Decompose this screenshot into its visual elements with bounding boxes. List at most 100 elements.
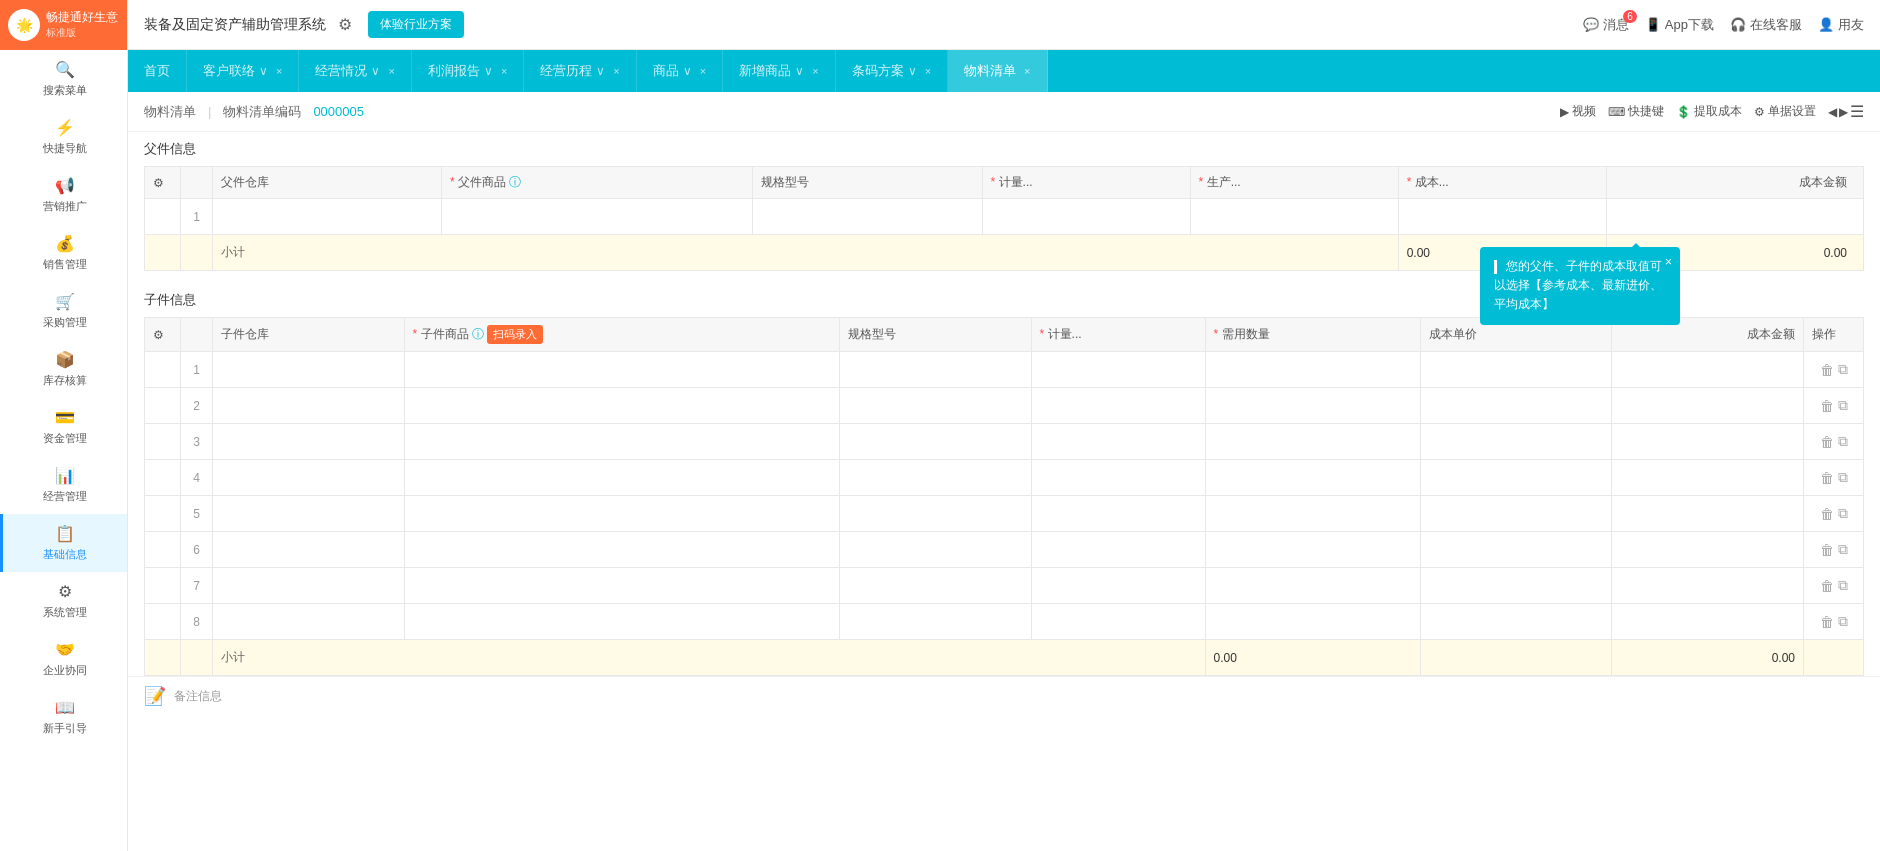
tab-close-icon[interactable]: × (812, 65, 818, 77)
child-qty-cell[interactable] (1031, 424, 1205, 460)
tooltip-close-icon[interactable]: × (1665, 253, 1672, 272)
tab-close-icon[interactable]: × (925, 65, 931, 77)
child-goods-cell[interactable] (404, 388, 839, 424)
child-goods-cell[interactable] (404, 352, 839, 388)
parent-warehouse-cell[interactable] (213, 199, 442, 235)
child-warehouse-cell[interactable] (213, 568, 405, 604)
sidebar-item-enterprise[interactable]: 🤝 企业协同 (0, 630, 127, 688)
child-needed-cell[interactable] (1205, 496, 1420, 532)
sidebar-item-basic-info[interactable]: 📋 基础信息 (0, 514, 127, 572)
settings-action[interactable]: ⚙ 单据设置 (1754, 103, 1816, 120)
scan-button[interactable]: 扫码录入 (487, 325, 543, 344)
child-unit-cost-cell[interactable] (1420, 496, 1612, 532)
child-warehouse-cell[interactable] (213, 496, 405, 532)
child-spec-cell[interactable] (839, 604, 1031, 640)
child-unit-cost-cell[interactable] (1420, 532, 1612, 568)
tab-close-icon[interactable]: × (501, 65, 507, 77)
child-spec-cell[interactable] (839, 424, 1031, 460)
child-spec-cell[interactable] (839, 532, 1031, 568)
sidebar-item-finance[interactable]: 💳 资金管理 (0, 398, 127, 456)
tab-operations[interactable]: 经营情况 ∨ × (299, 50, 411, 92)
sidebar-item-sales[interactable]: 💰 销售管理 (0, 224, 127, 282)
sidebar-item-operations[interactable]: 📊 经营管理 (0, 456, 127, 514)
tab-goods[interactable]: 商品 ∨ × (637, 50, 723, 92)
tab-customers[interactable]: 客户联络 ∨ × (187, 50, 299, 92)
message-item[interactable]: 💬 消息 6 (1583, 16, 1629, 34)
sidebar-item-marketing[interactable]: 📢 营销推广 (0, 166, 127, 224)
child-goods-cell[interactable] (404, 532, 839, 568)
child-needed-cell[interactable] (1205, 568, 1420, 604)
cost-action[interactable]: 💲 提取成本 (1676, 103, 1742, 120)
parent-cost-cell[interactable] (1398, 199, 1606, 235)
copy-icon[interactable]: ⧉ (1838, 577, 1848, 594)
shortcut-action[interactable]: ⌨ 快捷键 (1608, 103, 1664, 120)
child-warehouse-cell[interactable] (213, 460, 405, 496)
tab-close-icon[interactable]: × (1024, 65, 1030, 77)
tab-close-icon[interactable]: × (613, 65, 619, 77)
app-download-item[interactable]: 📱 App下载 (1645, 16, 1714, 34)
child-qty-cell[interactable] (1031, 496, 1205, 532)
child-needed-cell[interactable] (1205, 460, 1420, 496)
parent-spec-cell[interactable] (753, 199, 982, 235)
copy-icon[interactable]: ⧉ (1838, 397, 1848, 414)
delete-icon[interactable]: 🗑 (1820, 542, 1834, 558)
child-unit-cost-cell[interactable] (1420, 352, 1612, 388)
online-service-item[interactable]: 🎧 在线客服 (1730, 16, 1802, 34)
child-needed-cell[interactable] (1205, 424, 1420, 460)
sidebar-item-inventory[interactable]: 📦 库存核算 (0, 340, 127, 398)
delete-icon[interactable]: 🗑 (1820, 362, 1834, 378)
sidebar-item-guide[interactable]: 📖 新手引导 (0, 688, 127, 746)
child-warehouse-cell[interactable] (213, 424, 405, 460)
next-icon[interactable]: ▶ (1839, 105, 1848, 119)
child-spec-cell[interactable] (839, 460, 1031, 496)
child-qty-cell[interactable] (1031, 568, 1205, 604)
copy-icon[interactable]: ⧉ (1838, 613, 1848, 630)
child-goods-cell[interactable] (404, 568, 839, 604)
copy-icon[interactable]: ⧉ (1838, 361, 1848, 378)
child-col-settings[interactable]: ⚙ (145, 318, 181, 352)
child-unit-cost-cell[interactable] (1420, 604, 1612, 640)
delete-icon[interactable]: 🗑 (1820, 470, 1834, 486)
tab-new-goods[interactable]: 新增商品 ∨ × (723, 50, 835, 92)
child-needed-cell[interactable] (1205, 388, 1420, 424)
child-warehouse-cell[interactable] (213, 352, 405, 388)
child-unit-cost-cell[interactable] (1420, 388, 1612, 424)
child-warehouse-cell[interactable] (213, 604, 405, 640)
child-qty-cell[interactable] (1031, 532, 1205, 568)
delete-icon[interactable]: 🗑 (1820, 578, 1834, 594)
tab-bom[interactable]: 物料清单 × (948, 50, 1047, 92)
video-action[interactable]: ▶ 视频 (1560, 103, 1596, 120)
parent-qty-cell[interactable] (982, 199, 1190, 235)
child-goods-cell[interactable] (404, 460, 839, 496)
breadcrumb-bom[interactable]: 物料清单 (144, 103, 196, 121)
parent-prod-cell[interactable] (1190, 199, 1398, 235)
sidebar-item-search[interactable]: 🔍 搜索菜单 (0, 50, 127, 108)
child-goods-cell[interactable] (404, 496, 839, 532)
tab-profit[interactable]: 利润报告 ∨ × (412, 50, 524, 92)
child-goods-cell[interactable] (404, 604, 839, 640)
tab-history[interactable]: 经营历程 ∨ × (524, 50, 636, 92)
user-item[interactable]: 👤 用友 (1818, 16, 1864, 34)
copy-icon[interactable]: ⧉ (1838, 541, 1848, 558)
tab-close-icon[interactable]: × (700, 65, 706, 77)
child-needed-cell[interactable] (1205, 604, 1420, 640)
grid-icon[interactable]: ☰ (1850, 102, 1864, 121)
settings-icon[interactable]: ⚙ (338, 15, 352, 34)
tab-close-icon[interactable]: × (276, 65, 282, 77)
child-warehouse-cell[interactable] (213, 532, 405, 568)
child-qty-cell[interactable] (1031, 352, 1205, 388)
view-toggle[interactable]: ◀ ▶ ☰ (1828, 102, 1864, 121)
tab-barcode[interactable]: 条码方案 ∨ × (836, 50, 948, 92)
copy-icon[interactable]: ⧉ (1838, 469, 1848, 486)
child-needed-cell[interactable] (1205, 352, 1420, 388)
child-spec-cell[interactable] (839, 496, 1031, 532)
copy-icon[interactable]: ⧉ (1838, 505, 1848, 522)
tab-home[interactable]: 首页 (128, 50, 187, 92)
delete-icon[interactable]: 🗑 (1820, 614, 1834, 630)
prev-icon[interactable]: ◀ (1828, 105, 1837, 119)
child-unit-cost-cell[interactable] (1420, 424, 1612, 460)
delete-icon[interactable]: 🗑 (1820, 398, 1834, 414)
child-spec-cell[interactable] (839, 352, 1031, 388)
sidebar-item-purchase[interactable]: 🛒 采购管理 (0, 282, 127, 340)
parent-goods-cell[interactable] (442, 199, 753, 235)
